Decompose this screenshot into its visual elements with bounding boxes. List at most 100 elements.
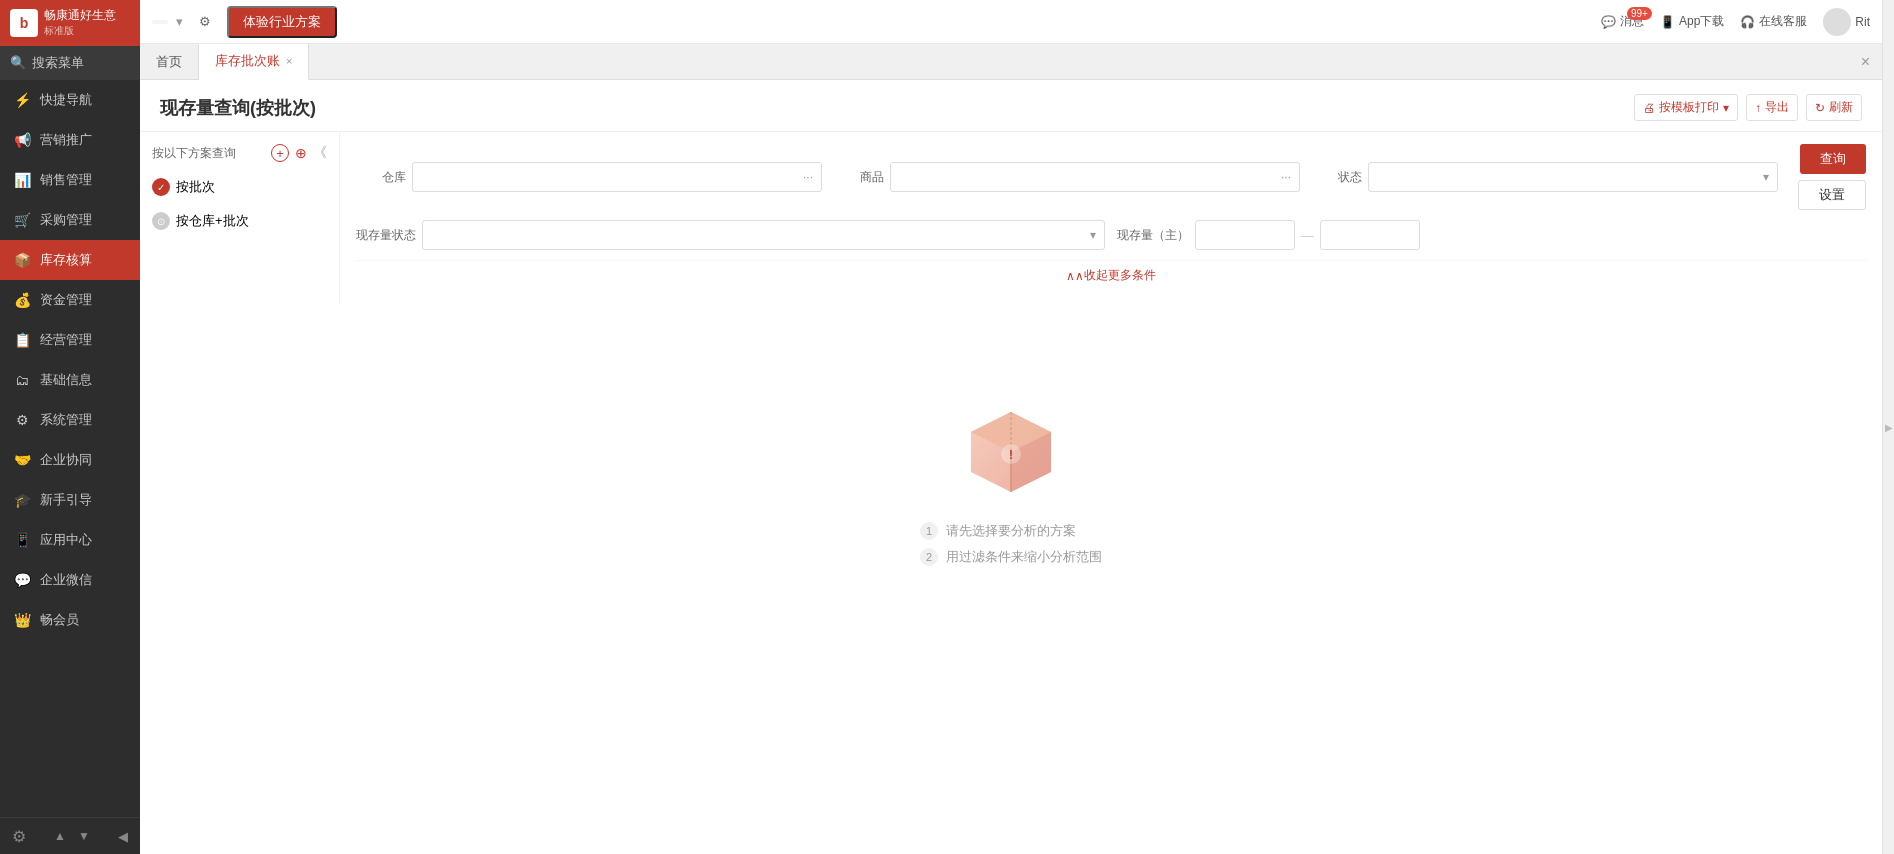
sidebar-item-label: 销售管理 [40, 171, 92, 189]
page-title: 现存量查询(按批次) [160, 96, 316, 120]
filter-field-warehouse: 仓库 ··· [356, 162, 822, 192]
sidebar-scroll-up[interactable]: ▲ [50, 826, 70, 846]
trial-button[interactable]: 体验行业方案 [227, 6, 337, 38]
svg-text:!: ! [1009, 448, 1013, 462]
sidebar-collapse-icon[interactable]: ◀ [118, 829, 128, 844]
stock-status-select[interactable]: ▾ [422, 220, 1105, 250]
step-2-text: 用过滤条件来缩小分析范围 [946, 548, 1102, 566]
refresh-button[interactable]: ↻ 刷新 [1806, 94, 1862, 121]
service-icon: 🎧 [1740, 15, 1755, 29]
topbar-breadcrumb [152, 20, 168, 24]
cooperation-icon: 🤝 [12, 450, 32, 470]
tab-close-icon[interactable]: × [286, 55, 292, 67]
export-icon: ↑ [1755, 101, 1761, 115]
sidebar-item-finance[interactable]: 💰 资金管理 [0, 280, 140, 320]
stock-qty-separator: — [1301, 228, 1314, 243]
sidebar-item-member[interactable]: 👑 畅会员 [0, 600, 140, 640]
print-button[interactable]: 🖨 按模板打印 ▾ [1634, 94, 1738, 121]
user-name: Rit [1855, 15, 1870, 29]
sidebar-item-label: 营销推广 [40, 131, 92, 149]
sidebar-item-label: 畅会员 [40, 611, 79, 629]
goods-select[interactable]: ··· [890, 162, 1300, 192]
filter-area: 按以下方案查询 + ⊕ 《 ✓ 按批次 ⊙ 按仓库+批次 [140, 132, 1882, 302]
marketing-icon: 📢 [12, 130, 32, 150]
sidebar-settings-icon[interactable]: ⚙ [12, 827, 26, 846]
empty-steps: 1 请先选择要分析的方案 2 用过滤条件来缩小分析范围 [920, 522, 1102, 566]
app-download-button[interactable]: 📱 App下载 [1660, 13, 1724, 30]
goods-label: 商品 [834, 169, 884, 186]
sidebar-item-operations[interactable]: 📋 经营管理 [0, 320, 140, 360]
topbar-dropdown[interactable]: ▾ [176, 14, 183, 29]
wechat-icon: 💬 [12, 570, 32, 590]
empty-step-2: 2 用过滤条件来缩小分析范围 [920, 548, 1102, 566]
settings-button[interactable]: 设置 [1798, 180, 1866, 210]
filter-field-stock-status: 现存量状态 ▾ [356, 220, 1105, 250]
tab-home[interactable]: 首页 [140, 45, 199, 79]
scheme-inactive-icon: ⊙ [152, 212, 170, 230]
scheme-settings-icon[interactable]: ⊕ [295, 145, 307, 161]
query-button[interactable]: 查询 [1800, 144, 1866, 174]
sidebar-edition: 标准版 [44, 24, 116, 38]
stock-qty-from-input[interactable] [1195, 220, 1295, 250]
warehouse-select[interactable]: ··· [412, 162, 822, 192]
tab-home-label: 首页 [156, 53, 182, 71]
empty-state: ! 1 请先选择要分析的方案 2 用过滤条件来缩小分析范围 [140, 302, 1882, 646]
service-button[interactable]: 🎧 在线客服 [1740, 13, 1807, 30]
user-avatar-button[interactable]: Rit [1823, 8, 1870, 36]
sidebar-company-info: 畅康通好生意 标准版 [44, 8, 116, 38]
sidebar-item-purchase[interactable]: 🛒 采购管理 [0, 200, 140, 240]
status-select[interactable]: ▾ [1368, 162, 1778, 192]
apps-icon: 📱 [12, 530, 32, 550]
sidebar-item-label: 系统管理 [40, 411, 92, 429]
print-dropdown-icon: ▾ [1723, 101, 1729, 115]
tab-inventory-batch[interactable]: 库存批次账 × [199, 44, 309, 80]
message-badge: 99+ [1627, 7, 1652, 20]
scheme-warehouse-batch-label: 按仓库+批次 [176, 212, 249, 230]
empty-step-1: 1 请先选择要分析的方案 [920, 522, 1102, 540]
message-icon: 💬 [1601, 15, 1616, 29]
sidebar-scroll-down[interactable]: ▼ [74, 826, 94, 846]
filter-field-status: 状态 ▾ [1312, 162, 1778, 192]
search-icon: 🔍 [10, 55, 26, 70]
sidebar-item-basic[interactable]: 🗂 基础信息 [0, 360, 140, 400]
sidebar-item-marketing[interactable]: 📢 营销推广 [0, 120, 140, 160]
sidebar-search[interactable]: 🔍 搜索菜单 [0, 46, 140, 80]
topbar-left: ▾ ⚙ 体验行业方案 [152, 6, 1593, 38]
filter-row-1: 仓库 ··· 商品 ··· 状态 [356, 144, 1866, 210]
page-actions: 🖨 按模板打印 ▾ ↑ 导出 ↻ 刷新 [1634, 94, 1862, 121]
sales-icon: 📊 [12, 170, 32, 190]
sidebar-item-shortcut[interactable]: ⚡ 快捷导航 [0, 80, 140, 120]
sidebar-item-cooperation[interactable]: 🤝 企业协同 [0, 440, 140, 480]
scheme-item-warehouse-batch[interactable]: ⊙ 按仓库+批次 [140, 204, 339, 238]
collapse-row[interactable]: ∧∧ 收起更多条件 [356, 260, 1866, 290]
page-header: 现存量查询(按批次) 🖨 按模板打印 ▾ ↑ 导出 ↻ 刷新 [140, 80, 1882, 132]
sidebar-logo: b [10, 9, 38, 37]
scheme-item-batch[interactable]: ✓ 按批次 [140, 170, 339, 204]
inventory-icon: 📦 [12, 250, 32, 270]
app-icon: 📱 [1660, 15, 1675, 29]
topbar-gear-icon[interactable]: ⚙ [191, 8, 219, 36]
goods-more-icon: ··· [1281, 170, 1291, 184]
sidebar-item-label: 应用中心 [40, 531, 92, 549]
message-button[interactable]: 💬 消息 99+ [1601, 13, 1644, 30]
sidebar-item-newbie[interactable]: 🎓 新手引导 [0, 480, 140, 520]
app-label: App下载 [1679, 13, 1724, 30]
sidebar-item-wechat[interactable]: 💬 企业微信 [0, 560, 140, 600]
print-icon: 🖨 [1643, 101, 1655, 115]
sidebar-item-label: 企业协同 [40, 451, 92, 469]
step-1-text: 请先选择要分析的方案 [946, 522, 1076, 540]
status-label: 状态 [1312, 169, 1362, 186]
right-panel[interactable]: ▶ [1882, 0, 1894, 854]
filter-sidebar-collapse[interactable]: 《 [313, 144, 327, 162]
add-scheme-icon[interactable]: + [271, 144, 289, 162]
filter-form: 仓库 ··· 商品 ··· 状态 [340, 132, 1882, 302]
sidebar-item-system[interactable]: ⚙ 系统管理 [0, 400, 140, 440]
export-button[interactable]: ↑ 导出 [1746, 94, 1798, 121]
close-panel-button[interactable]: × [1849, 53, 1882, 71]
stock-qty-to-input[interactable] [1320, 220, 1420, 250]
sidebar-item-sales[interactable]: 📊 销售管理 [0, 160, 140, 200]
status-dropdown-icon: ▾ [1763, 170, 1769, 184]
sidebar-item-apps[interactable]: 📱 应用中心 [0, 520, 140, 560]
sidebar-company-name: 畅康通好生意 [44, 8, 116, 24]
sidebar-item-inventory[interactable]: 📦 库存核算 [0, 240, 140, 280]
